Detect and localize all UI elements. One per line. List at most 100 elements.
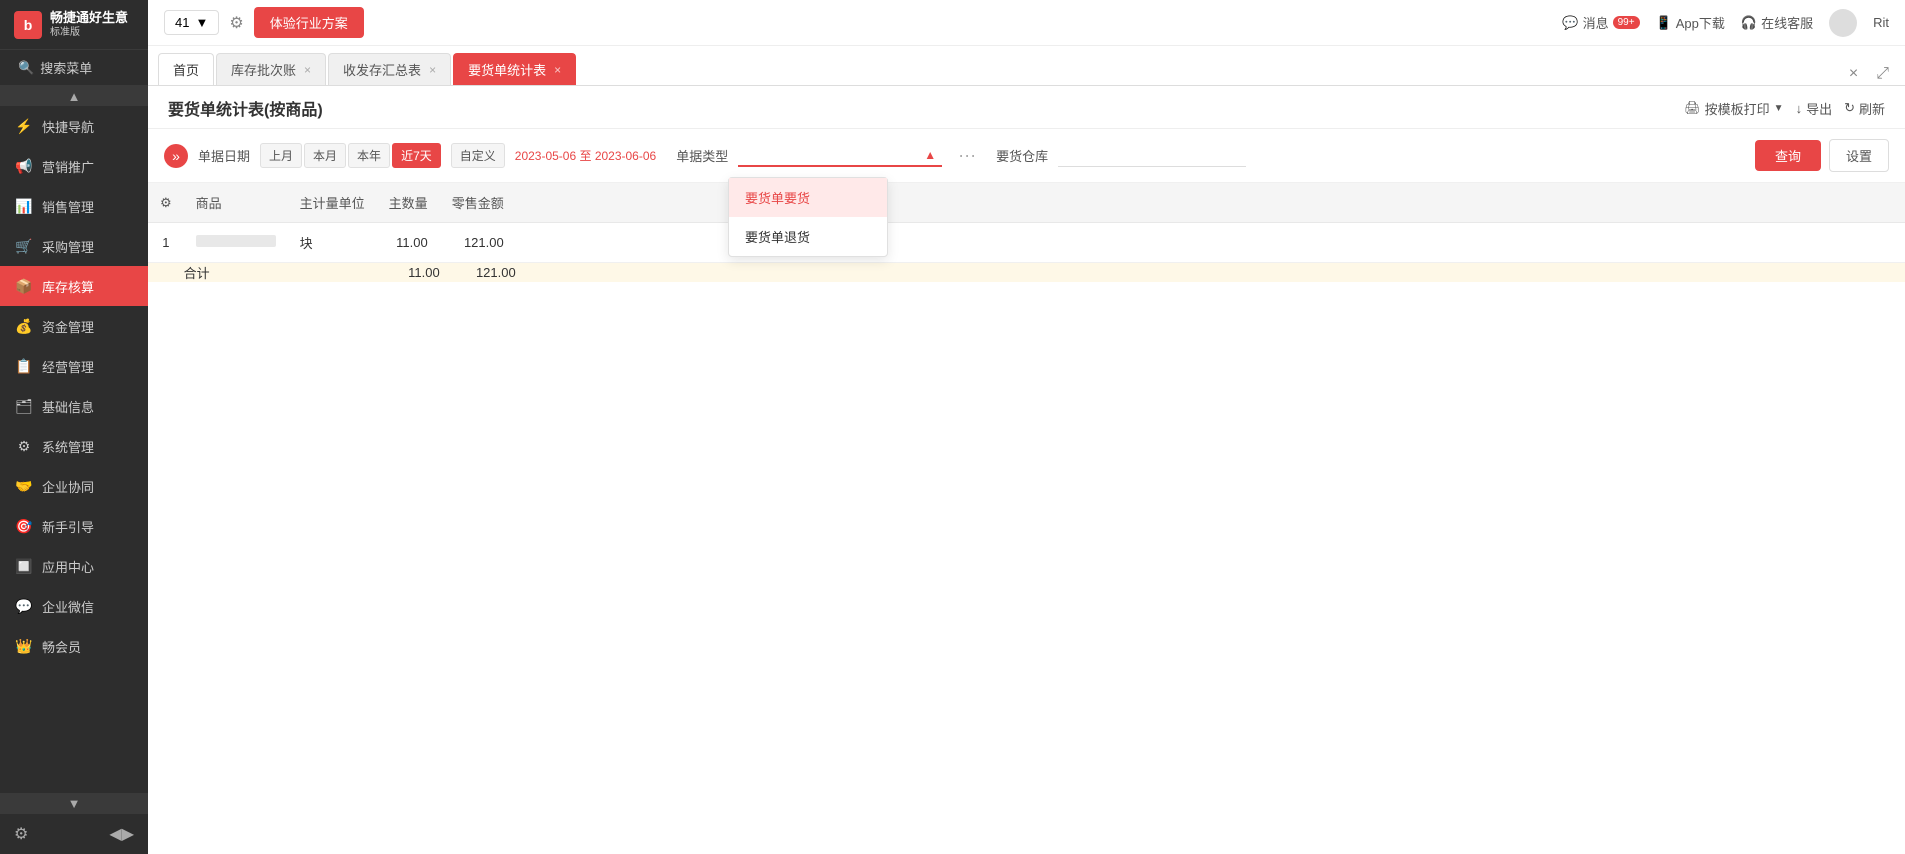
messages-badge: 99+ <box>1613 16 1640 29</box>
date-shortcuts: 上月 本月 本年 近7天 <box>260 143 441 168</box>
data-table: ⚙ 商品 主计量单位 主数量 零售金额 1 <box>148 183 1905 282</box>
date-week-btn[interactable]: 近7天 <box>392 143 441 168</box>
th-goods: 商品 <box>184 183 288 223</box>
filter-expand-btn[interactable]: » <box>164 144 188 168</box>
user-name: Rit <box>1873 15 1889 30</box>
main-area: 41 ▼ ⚙ 体验行业方案 💬 消息 99+ 📱 App下载 🎧 在线客服 Ri… <box>148 0 1905 854</box>
td-unit: 块 <box>288 223 377 263</box>
tab-close-order-stats[interactable]: × <box>554 63 561 77</box>
sidebar-item-marketing[interactable]: 📢 营销推广 <box>0 146 148 186</box>
sidebar-bottom: ⚙ ◀▶ <box>0 813 148 854</box>
type-label: 单据类型 <box>676 146 728 165</box>
tab-close-summary[interactable]: × <box>429 63 436 77</box>
sidebar-nav: ⚡ 快捷导航 📢 营销推广 📊 销售管理 🛒 采购管理 📦 库存核算 💰 资金管… <box>0 106 148 793</box>
td-goods <box>184 223 288 263</box>
warehouse-label: 要货仓库 <box>996 146 1048 165</box>
total-empty <box>148 263 184 283</box>
close-all-tabs-btn[interactable]: × <box>1843 63 1864 85</box>
date-custom-btn[interactable]: 自定义 <box>451 143 505 168</box>
filter-actions: 查询 设置 <box>1755 139 1889 172</box>
sidebar-item-sales[interactable]: 📊 销售管理 <box>0 186 148 226</box>
message-icon: 💬 <box>1562 15 1578 31</box>
query-btn[interactable]: 查询 <box>1755 140 1821 171</box>
sidebar-item-quick-nav[interactable]: ⚡ 快捷导航 <box>0 106 148 146</box>
trial-btn[interactable]: 体验行业方案 <box>254 7 364 38</box>
td-qty: 11.00 <box>377 223 440 263</box>
dropdown-item-order-goods[interactable]: 要货单要货 <box>729 178 887 217</box>
refresh-icon: ↻ <box>1844 100 1855 116</box>
tab-close-batch[interactable]: × <box>304 63 311 77</box>
settings-icon[interactable]: ⚙ <box>14 824 28 844</box>
sidebar-item-finance[interactable]: 💰 资金管理 <box>0 306 148 346</box>
tabs-bar: 首页 库存批次账 × 收发存汇总表 × 要货单统计表 × × ⤢ <box>148 46 1905 86</box>
app-download-btn[interactable]: 📱 App下载 <box>1656 13 1725 32</box>
expand-tab-btn[interactable]: ⤢ <box>1870 63 1895 85</box>
print-btn[interactable]: 🖨 按模板打印 ▼ <box>1684 99 1783 118</box>
sidebar-item-purchase[interactable]: 🛒 采购管理 <box>0 226 148 266</box>
th-settings[interactable]: ⚙ <box>148 183 184 223</box>
quick-nav-icon: ⚡ <box>14 116 34 136</box>
total-amount: 121.00 <box>440 263 516 283</box>
date-range: 2023-05-06 至 2023-06-06 <box>515 147 656 164</box>
tabs-right: × ⤢ <box>1843 63 1895 85</box>
sidebar-item-vip[interactable]: 👑 畅会员 <box>0 626 148 666</box>
settings-btn[interactable]: 设置 <box>1829 139 1889 172</box>
total-extra <box>516 263 1905 283</box>
total-row: 合计 11.00 121.00 <box>148 263 1905 283</box>
filter-more-btn[interactable]: ··· <box>958 145 976 166</box>
headset-icon: 🎧 <box>1741 15 1757 31</box>
export-btn[interactable]: ↓ 导出 <box>1796 99 1833 118</box>
sidebar-item-wechat[interactable]: 💬 企业微信 <box>0 586 148 626</box>
td-amount: 121.00 <box>440 223 516 263</box>
total-label: 合计 <box>184 263 288 283</box>
date-prev-month-btn[interactable]: 上月 <box>260 143 302 168</box>
marketing-icon: 📢 <box>14 156 34 176</box>
phone-icon: 📱 <box>1656 15 1672 31</box>
type-select-input[interactable] <box>744 147 920 162</box>
top-bar-left: 41 ▼ ⚙ 体验行业方案 <box>164 7 364 38</box>
date-curr-year-btn[interactable]: 本年 <box>348 143 390 168</box>
tab-order-stats[interactable]: 要货单统计表 × <box>453 53 576 85</box>
type-dropdown: 要货单要货 要货单退货 <box>728 177 888 257</box>
sidebar-item-operations[interactable]: 📋 经营管理 <box>0 346 148 386</box>
avatar[interactable] <box>1829 9 1857 37</box>
date-curr-month-btn[interactable]: 本月 <box>304 143 346 168</box>
sidebar: b 畅捷通好生意 标准版 🔍 搜索菜单 ▲ ⚡ 快捷导航 📢 营销推广 📊 销售… <box>0 0 148 854</box>
scroll-up-btn[interactable]: ▲ <box>0 86 148 106</box>
search-menu[interactable]: 🔍 搜索菜单 <box>0 50 148 86</box>
sidebar-item-basics[interactable]: 🗂 基础信息 <box>0 386 148 426</box>
logo-icon: b <box>14 11 42 39</box>
purchase-icon: 🛒 <box>14 236 34 256</box>
apps-icon: 🔲 <box>14 556 34 576</box>
print-icon: 🖨 <box>1684 100 1701 116</box>
type-select[interactable]: ▲ <box>738 144 942 167</box>
warehouse-input[interactable] <box>1058 145 1246 167</box>
table-row: 1 块 11.00 121.00 <box>148 223 1905 263</box>
dropdown-item-order-return[interactable]: 要货单退货 <box>729 217 887 256</box>
th-qty: 主数量 <box>377 183 440 223</box>
gear-icon[interactable]: ⚙ <box>229 13 243 33</box>
logo-text: 畅捷通好生意 标准版 <box>50 10 128 40</box>
date-label: 单据日期 <box>198 146 250 165</box>
collapse-icon[interactable]: ◀▶ <box>109 824 134 844</box>
th-extra <box>516 183 1905 223</box>
refresh-btn[interactable]: ↻ 刷新 <box>1844 99 1885 118</box>
sidebar-item-system[interactable]: ⚙ 系统管理 <box>0 426 148 466</box>
scroll-down-btn[interactable]: ▼ <box>0 793 148 813</box>
online-service-btn[interactable]: 🎧 在线客服 <box>1741 13 1813 32</box>
tab-summary[interactable]: 收发存汇总表 × <box>328 53 451 85</box>
sidebar-item-inventory[interactable]: 📦 库存核算 <box>0 266 148 306</box>
table-header-row: ⚙ 商品 主计量单位 主数量 零售金额 <box>148 183 1905 223</box>
total-qty: 11.00 <box>377 263 440 283</box>
sidebar-item-apps[interactable]: 🔲 应用中心 <box>0 546 148 586</box>
messages-btn[interactable]: 💬 消息 99+ <box>1562 13 1639 32</box>
filter-bar: » 单据日期 上月 本月 本年 近7天 自定义 2023-05-06 至 202… <box>148 129 1905 183</box>
top-bar-right: 💬 消息 99+ 📱 App下载 🎧 在线客服 Rit <box>1562 9 1889 37</box>
sidebar-item-guide[interactable]: 🎯 新手引导 <box>0 506 148 546</box>
tab-batch[interactable]: 库存批次账 × <box>216 53 326 85</box>
tab-home[interactable]: 首页 <box>158 53 214 85</box>
sidebar-item-enterprise[interactable]: 🤝 企业协同 <box>0 466 148 506</box>
search-icon: 🔍 <box>18 60 34 76</box>
page-inner: 要货单统计表(按商品) 🖨 按模板打印 ▼ ↓ 导出 ↻ 刷新 <box>148 86 1905 854</box>
company-select[interactable]: 41 ▼ <box>164 10 219 35</box>
